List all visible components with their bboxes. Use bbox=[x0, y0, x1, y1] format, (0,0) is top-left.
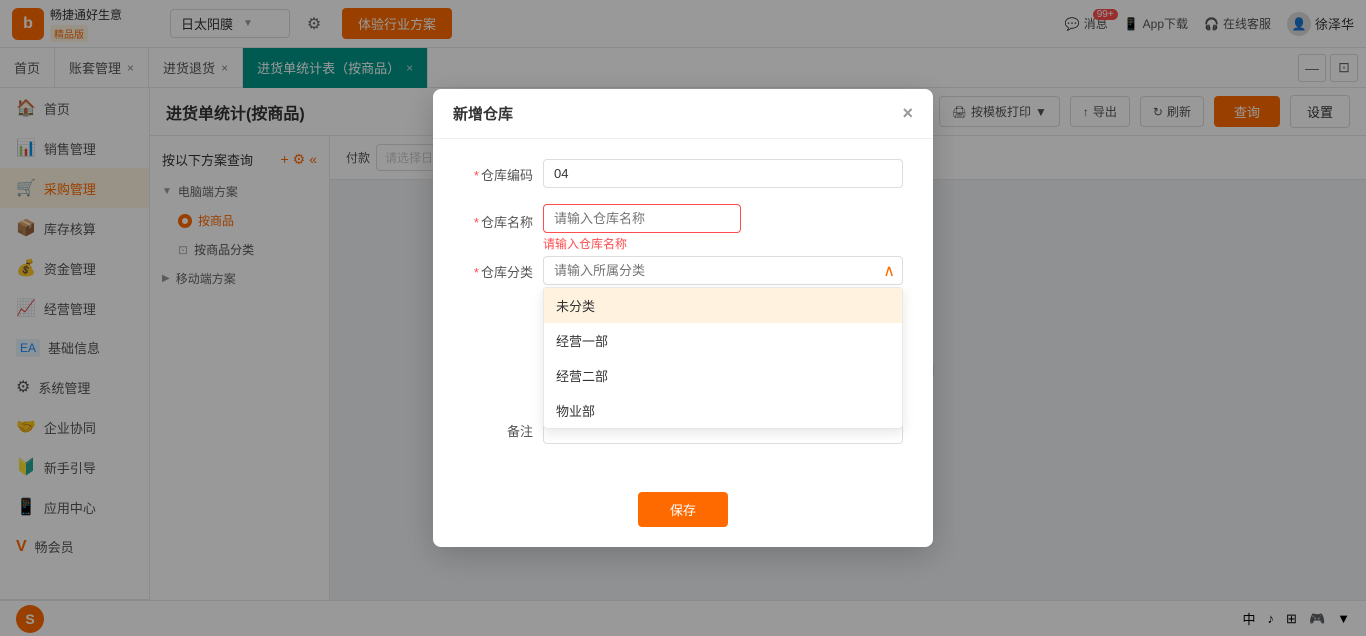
category-input[interactable] bbox=[543, 256, 903, 285]
dropdown-item-dept2[interactable]: 经营二部 bbox=[544, 358, 902, 393]
code-input[interactable] bbox=[543, 159, 903, 188]
note-label: 备注 bbox=[463, 415, 543, 440]
modal-footer: 保存 bbox=[433, 480, 933, 547]
save-button[interactable]: 保存 bbox=[638, 492, 728, 527]
name-error-msg: 请输入仓库名称 bbox=[543, 237, 627, 251]
modal-overlay[interactable]: 新增仓库 × 仓库编码 仓库名称 请输入仓库名称 仓库分类 bbox=[0, 0, 1366, 636]
code-field-row: 仓库编码 bbox=[463, 159, 903, 188]
modal-header: 新增仓库 × bbox=[433, 89, 933, 139]
name-label: 仓库名称 bbox=[463, 206, 543, 231]
category-arrow-icon[interactable]: ∧ bbox=[883, 261, 895, 281]
name-input[interactable] bbox=[543, 204, 741, 233]
code-label: 仓库编码 bbox=[463, 159, 543, 184]
modal-title: 新增仓库 bbox=[453, 103, 513, 124]
dropdown-item-property[interactable]: 物业部 bbox=[544, 393, 902, 428]
dropdown-item-dept1[interactable]: 经营一部 bbox=[544, 323, 902, 358]
modal-close-button[interactable]: × bbox=[902, 103, 913, 124]
category-select-wrap: ∧ 未分类 经营一部 经营二部 物业部 bbox=[543, 256, 903, 285]
category-label: 仓库分类 bbox=[463, 256, 543, 281]
name-field-row: 仓库名称 请输入仓库名称 bbox=[463, 204, 903, 252]
dropdown-item-uncategorized[interactable]: 未分类 bbox=[544, 288, 902, 323]
category-dropdown: 未分类 经营一部 经营二部 物业部 bbox=[543, 287, 903, 429]
new-warehouse-modal: 新增仓库 × 仓库编码 仓库名称 请输入仓库名称 仓库分类 bbox=[433, 89, 933, 547]
modal-body: 仓库编码 仓库名称 请输入仓库名称 仓库分类 ∧ bbox=[433, 139, 933, 480]
category-field-row: 仓库分类 ∧ 未分类 经营一部 经营二部 物业部 bbox=[463, 256, 903, 285]
